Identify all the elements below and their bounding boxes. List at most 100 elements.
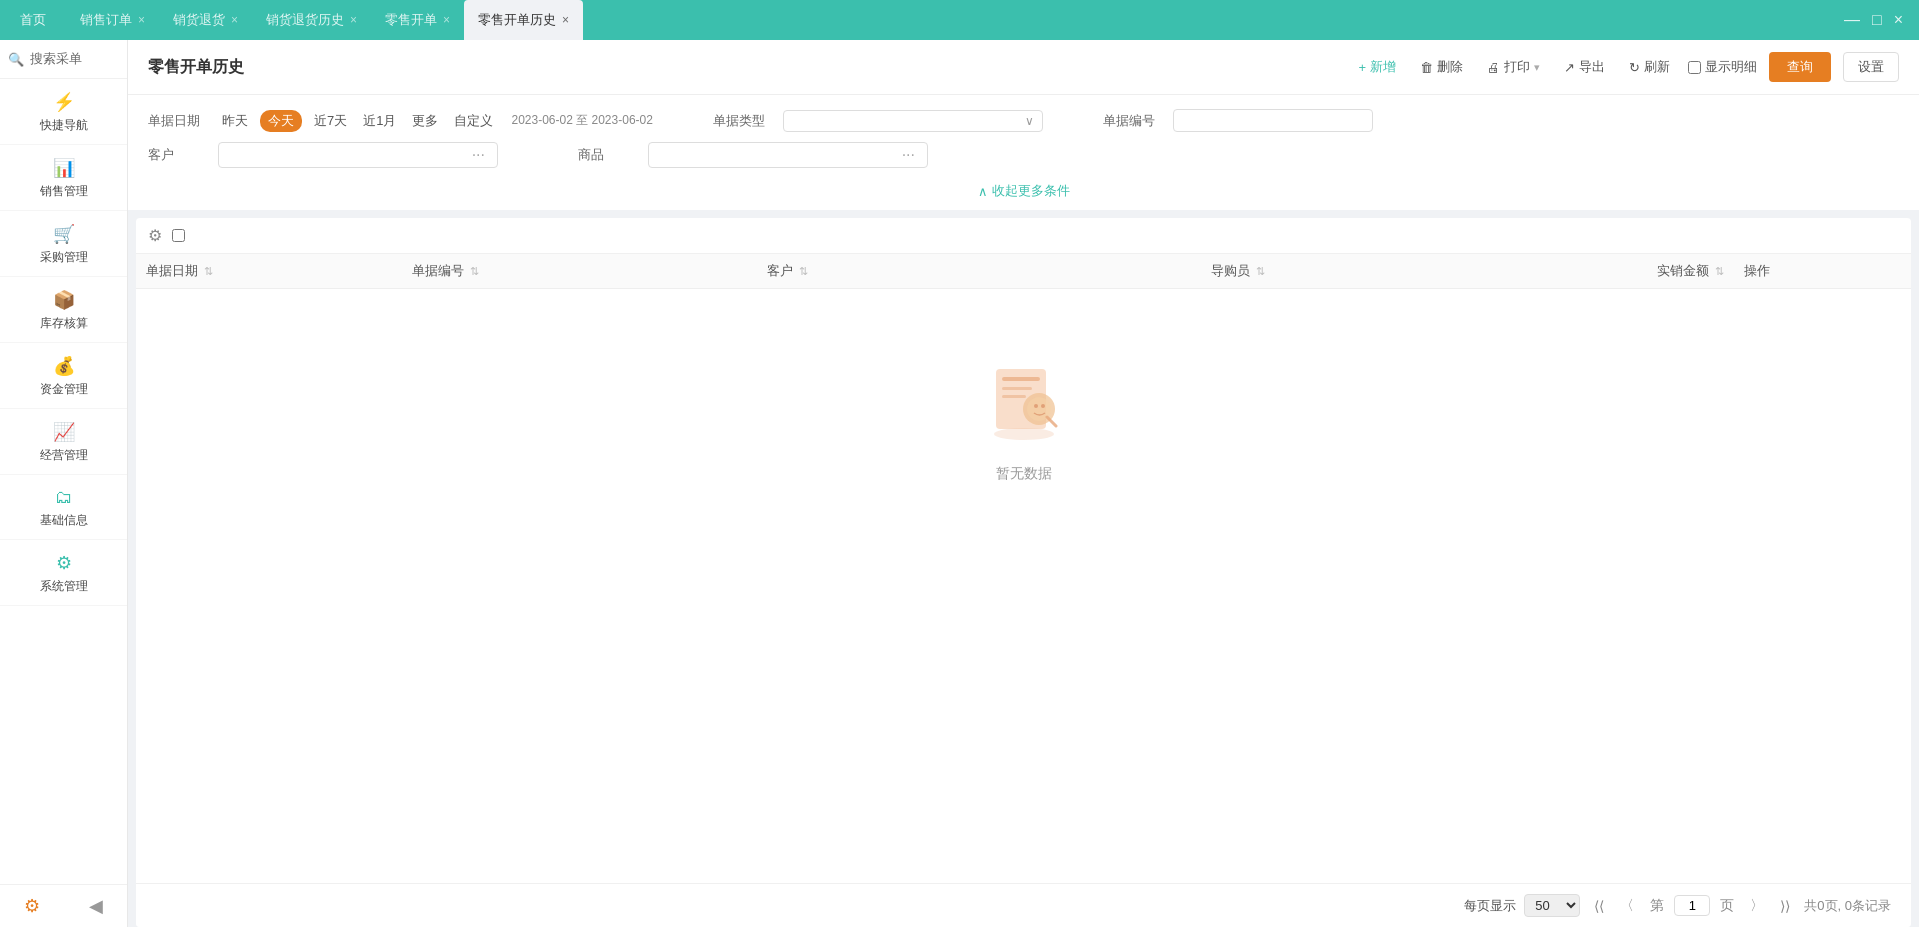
sidebar-item-purchase-mgmt[interactable]: 🛒 采购管理 — [0, 211, 127, 277]
page-header: 零售开单历史 + 新增 🗑 删除 🖨 打印 ▾ ↗ 导出 — [128, 40, 1919, 95]
page-number-input[interactable] — [1674, 895, 1710, 916]
tab-retail-order-close[interactable]: × — [443, 13, 450, 27]
page-total: 共0页, 0条记录 — [1804, 897, 1891, 915]
goods-filter-label: 商品 — [578, 146, 638, 164]
col-guide: 导购员 ⇅ — [1201, 254, 1467, 289]
query-button[interactable]: 查询 — [1769, 52, 1831, 82]
date-opt-7days[interactable]: 近7天 — [310, 110, 351, 132]
sidebar-item-base-info[interactable]: 🗂 基础信息 — [0, 475, 127, 540]
sidebar-item-inventory[interactable]: 📦 库存核算 — [0, 277, 127, 343]
collapse-chevron-icon: ∧ — [978, 184, 988, 199]
number-filter-label: 单据编号 — [1103, 112, 1163, 130]
new-button[interactable]: + 新增 — [1352, 54, 1402, 80]
select-all-checkbox[interactable] — [172, 229, 185, 242]
col-number-sort[interactable]: ⇅ — [470, 265, 479, 277]
finance-icon: 💰 — [53, 355, 75, 377]
col-action: 操作 — [1734, 254, 1912, 289]
col-guide-sort[interactable]: ⇅ — [1256, 265, 1265, 277]
sidebar-item-purchase-mgmt-label: 采购管理 — [40, 249, 88, 266]
customer-input[interactable] — [227, 148, 468, 163]
operations-icon: 📈 — [53, 421, 75, 443]
refresh-label: 刷新 — [1644, 58, 1670, 76]
sidebar-item-sys-mgmt[interactable]: ⚙ 系统管理 — [0, 540, 127, 606]
sidebar-item-operations-label: 经营管理 — [40, 447, 88, 464]
sidebar: 🔍 搜索采单 ⚡ 快捷导航 📊 销售管理 🛒 采购管理 📦 库存核算 💰 资金管… — [0, 40, 128, 927]
sys-mgmt-icon: ⚙ — [56, 552, 72, 574]
last-page-icon[interactable]: ⟩⟩ — [1774, 896, 1796, 916]
tab-return-close[interactable]: × — [231, 13, 238, 27]
sidebar-item-sales-mgmt-label: 销售管理 — [40, 183, 88, 200]
col-amount-label: 实销金额 — [1657, 263, 1709, 278]
sidebar-search-area[interactable]: 🔍 搜索采单 — [0, 40, 127, 79]
collapse-button[interactable]: ∧ 收起更多条件 — [978, 182, 1070, 200]
tab-retail-history-close[interactable]: × — [562, 13, 569, 27]
tab-return-history[interactable]: 销货退货历史 × — [252, 0, 371, 40]
display-checkbox[interactable] — [1688, 61, 1701, 74]
sidebar-item-quick-nav[interactable]: ⚡ 快捷导航 — [0, 79, 127, 145]
refresh-icon: ↻ — [1629, 60, 1640, 75]
print-chevron-icon: ▾ — [1534, 61, 1540, 74]
print-button[interactable]: 🖨 打印 ▾ — [1481, 54, 1546, 80]
sidebar-item-sales-mgmt[interactable]: 📊 销售管理 — [0, 145, 127, 211]
date-opt-more[interactable]: 更多 — [408, 110, 442, 132]
type-select[interactable]: ∨ — [783, 110, 1043, 132]
print-label: 打印 — [1504, 58, 1530, 76]
sidebar-search-inner[interactable]: 🔍 搜索采单 — [8, 50, 119, 68]
date-opt-today[interactable]: 今天 — [260, 110, 302, 132]
setting-button[interactable]: 设置 — [1843, 52, 1899, 82]
date-filter-label: 单据日期 — [148, 112, 208, 130]
maximize-icon[interactable]: □ — [1872, 11, 1882, 29]
delete-button[interactable]: 🗑 删除 — [1414, 54, 1469, 80]
date-opt-1month[interactable]: 近1月 — [359, 110, 400, 132]
collapse-label: 收起更多条件 — [992, 182, 1070, 200]
date-opt-custom[interactable]: 自定义 — [450, 110, 497, 132]
tab-sales-order-close[interactable]: × — [138, 13, 145, 27]
sidebar-item-operations[interactable]: 📈 经营管理 — [0, 409, 127, 475]
table-settings-icon[interactable]: ⚙ — [148, 226, 162, 245]
date-range: 2023-06-02 至 2023-06-02 — [511, 112, 652, 129]
toolbar: + 新增 🗑 删除 🖨 打印 ▾ ↗ 导出 ↻ 刷新 — [1352, 52, 1899, 94]
print-icon: 🖨 — [1487, 60, 1500, 75]
window-close-icon[interactable]: × — [1894, 11, 1903, 29]
first-page-icon[interactable]: ⟨⟨ — [1588, 896, 1610, 916]
tab-retail-order-label: 零售开单 — [385, 11, 437, 29]
main-layout: 🔍 搜索采单 ⚡ 快捷导航 📊 销售管理 🛒 采购管理 📦 库存核算 💰 资金管… — [0, 40, 1919, 927]
date-opt-yesterday[interactable]: 昨天 — [218, 110, 252, 132]
display-toggle[interactable]: 显示明细 — [1688, 58, 1757, 76]
goods-input[interactable] — [657, 148, 898, 163]
inventory-icon: 📦 — [53, 289, 75, 311]
refresh-button[interactable]: ↻ 刷新 — [1623, 54, 1676, 80]
data-table: 单据日期 ⇅ 单据编号 ⇅ 客户 ⇅ — [136, 254, 1911, 289]
customer-ellipsis-button[interactable]: ··· — [468, 146, 489, 164]
tab-sales-order[interactable]: 销售订单 × — [66, 0, 159, 40]
tab-return[interactable]: 销货退货 × — [159, 0, 252, 40]
tab-return-history-close[interactable]: × — [350, 13, 357, 27]
minimize-icon[interactable]: — — [1844, 11, 1860, 29]
quick-nav-icon: ⚡ — [53, 91, 75, 113]
tab-retail-order[interactable]: 零售开单 × — [371, 0, 464, 40]
page-label-prefix: 第 — [1644, 895, 1670, 917]
settings-bottom-icon[interactable]: ⚙ — [24, 895, 40, 917]
col-guide-label: 导购员 — [1211, 263, 1250, 278]
per-page-select[interactable]: 50 100 200 — [1524, 894, 1580, 917]
filter-area: 单据日期 昨天 今天 近7天 近1月 更多 自定义 2023-06-02 至 2… — [128, 95, 1919, 210]
tab-home[interactable]: 首页 — [0, 0, 66, 40]
base-info-icon: 🗂 — [55, 487, 73, 508]
svg-rect-4 — [1002, 395, 1026, 398]
sidebar-item-finance[interactable]: 💰 资金管理 — [0, 343, 127, 409]
col-date-sort[interactable]: ⇅ — [204, 265, 213, 277]
next-page-icon[interactable]: 〉 — [1744, 895, 1770, 917]
customer-input-wrap: ··· — [218, 142, 498, 168]
col-amount-sort[interactable]: ⇅ — [1715, 265, 1724, 277]
col-customer-sort[interactable]: ⇅ — [799, 265, 808, 277]
number-input[interactable] — [1182, 113, 1364, 128]
collapse-sidebar-icon[interactable]: ◀ — [89, 895, 103, 917]
prev-page-icon[interactable]: 〈 — [1614, 895, 1640, 917]
tab-retail-history[interactable]: 零售开单历史 × — [464, 0, 583, 40]
type-filter-label: 单据类型 — [713, 112, 773, 130]
tab-home-label: 首页 — [20, 11, 46, 29]
goods-ellipsis-button[interactable]: ··· — [898, 146, 919, 164]
export-button[interactable]: ↗ 导出 — [1558, 54, 1611, 80]
tab-retail-history-label: 零售开单历史 — [478, 11, 556, 29]
delete-icon: 🗑 — [1420, 60, 1433, 75]
